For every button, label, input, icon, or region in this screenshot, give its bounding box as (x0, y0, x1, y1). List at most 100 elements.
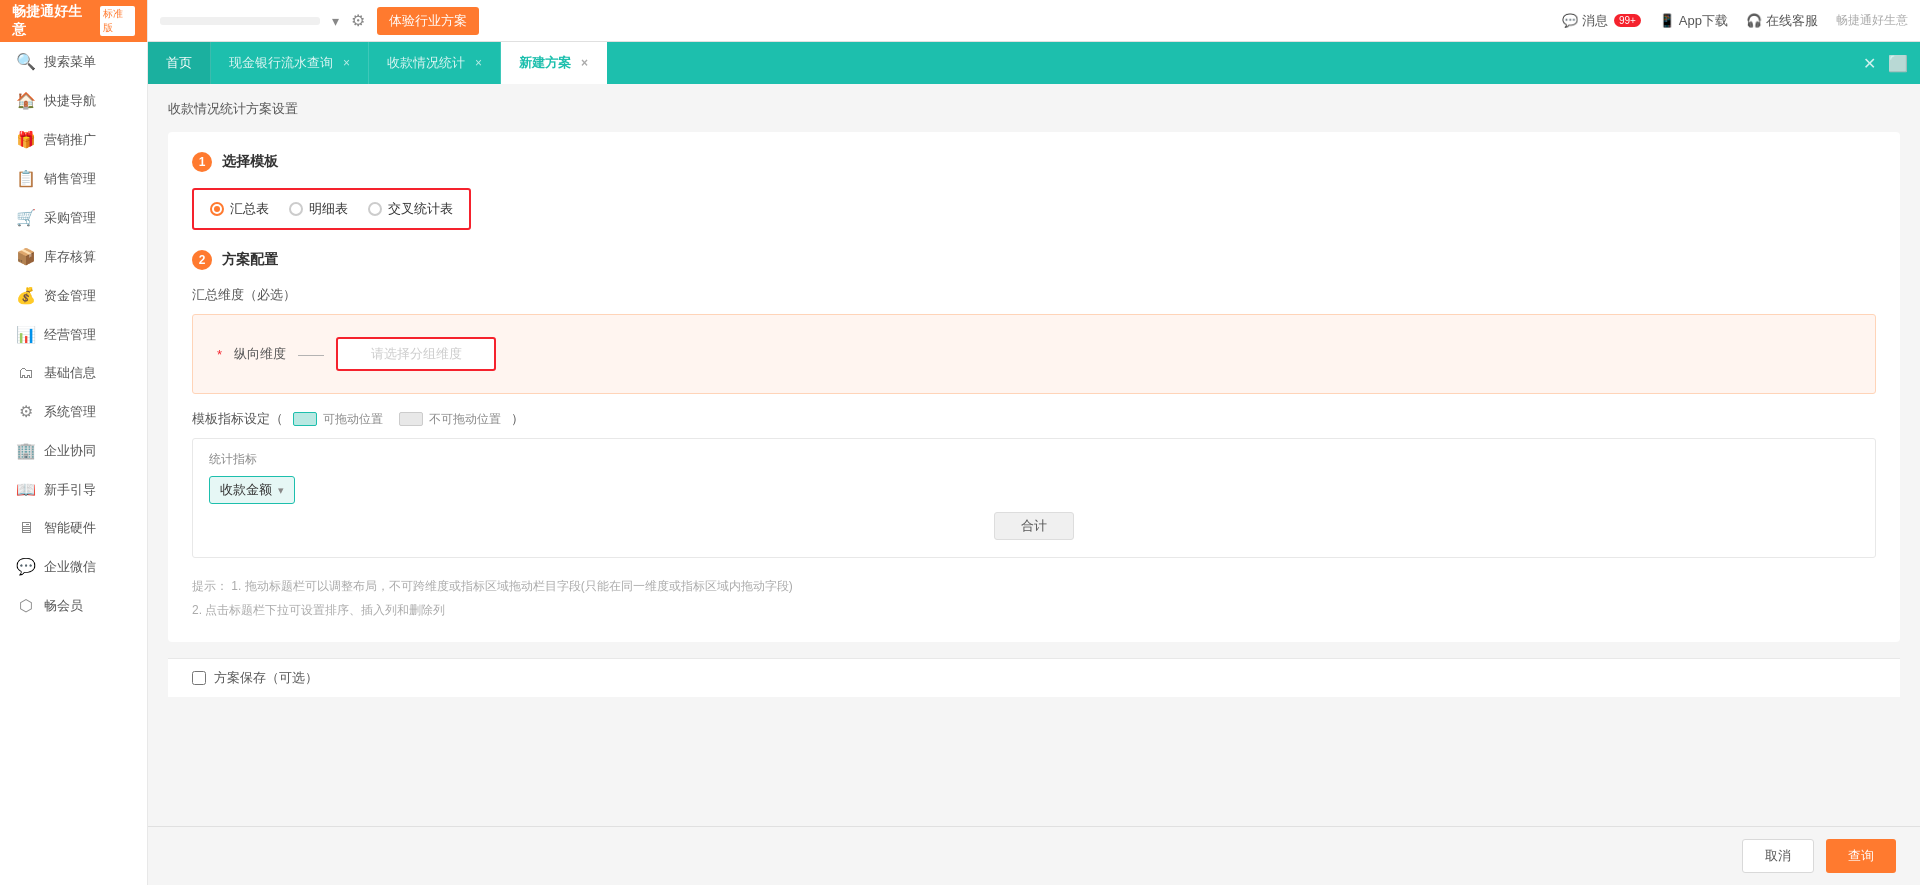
config-section: 汇总维度（必选） * 纵向维度 —— 请选择分组维度 模板指标设定（ (192, 286, 1876, 622)
legend-draggable: 可拖动位置 (293, 411, 383, 428)
tab-stats-close-icon[interactable]: × (475, 56, 482, 70)
main-area: ▾ ⚙ 体验行业方案 💬 消息 99+ 📱 App下载 🎧 在线客服 畅捷通好生… (148, 0, 1920, 885)
tabbar: 首页 现金银行流水查询 × 收款情况统计 × 新建方案 × ✕ ⬜ (148, 42, 1920, 84)
metrics-header: 模板指标设定（ 可拖动位置 不可拖动位置 ） (192, 410, 1876, 428)
radio-summary-label: 汇总表 (230, 200, 269, 218)
metrics-tags: 收款金额 ▾ (209, 476, 1859, 504)
gear-icon[interactable]: ⚙ (351, 11, 365, 30)
vertical-dimension-label: 纵向维度 (234, 345, 286, 363)
purchase-icon: 🛒 (16, 208, 36, 227)
topbar-dropdown-button[interactable]: ▾ (332, 13, 339, 29)
newbie-icon: 📖 (16, 480, 36, 499)
undraggable-label: 不可拖动位置 (429, 411, 501, 428)
sidebar-item-search-menu[interactable]: 🔍 搜索菜单 (0, 42, 147, 81)
stats-group-label: 统计指标 (209, 451, 1859, 468)
sidebar-item-system[interactable]: ⚙ 系统管理 (0, 392, 147, 431)
legend-undraggable: 不可拖动位置 (399, 411, 501, 428)
radio-cross-label: 交叉统计表 (388, 200, 453, 218)
tip-text-2: 2. 点击标题栏下拉可设置排序、插入列和删除列 (192, 598, 445, 622)
tab-new[interactable]: 新建方案 × (501, 42, 607, 84)
dimension-select[interactable]: 请选择分组维度 (336, 337, 496, 371)
arrow-icon: —— (298, 347, 324, 362)
sidebar-item-enterprise[interactable]: 🏢 企业协同 (0, 431, 147, 470)
sidebar-item-wechat[interactable]: 💬 企业微信 (0, 547, 147, 586)
tab-bank-label: 现金银行流水查询 (229, 54, 333, 72)
tab-bank[interactable]: 现金银行流水查询 × (211, 42, 369, 84)
step1-number: 1 (192, 152, 212, 172)
radio-summary-circle (210, 202, 224, 216)
sidebar-item-hardware[interactable]: 🖥 智能硬件 (0, 509, 147, 547)
metric-tag-payment[interactable]: 收款金额 ▾ (209, 476, 295, 504)
close-window-icon[interactable]: ✕ (1863, 54, 1876, 73)
hardware-icon: 🖥 (16, 519, 36, 537)
enterprise-icon: 🏢 (16, 441, 36, 460)
sidebar-item-label: 销售管理 (44, 170, 96, 188)
query-button[interactable]: 查询 (1826, 839, 1896, 873)
download-icon: 📱 (1659, 13, 1675, 28)
draggable-box (293, 412, 317, 426)
sidebar-item-label: 智能硬件 (44, 519, 96, 537)
message-item[interactable]: 💬 消息 99+ (1562, 12, 1641, 30)
sidebar-item-label: 系统管理 (44, 403, 96, 421)
sidebar-item-quick-nav[interactable]: 🏠 快捷导航 (0, 81, 147, 120)
draggable-label: 可拖动位置 (323, 411, 383, 428)
operations-icon: 📊 (16, 325, 36, 344)
cancel-button[interactable]: 取消 (1742, 839, 1814, 873)
sidebar-logo: 畅捷通好生意 标准版 (0, 0, 147, 42)
dimension-section-label: 汇总维度（必选） (192, 286, 1876, 304)
gift-icon: 🎁 (16, 130, 36, 149)
sidebar-item-basic-info[interactable]: 🗂 基础信息 (0, 354, 147, 392)
service-label: 在线客服 (1766, 12, 1818, 30)
download-label: App下载 (1679, 12, 1728, 30)
sidebar-item-label: 企业协同 (44, 442, 96, 460)
maximize-icon[interactable]: ⬜ (1888, 54, 1908, 73)
radio-detail[interactable]: 明细表 (289, 200, 348, 218)
dimension-row: * 纵向维度 —— 请选择分组维度 (217, 337, 496, 371)
sidebar-item-label: 营销推广 (44, 131, 96, 149)
step1-header: 1 选择模板 (192, 152, 1876, 172)
required-mark: * (217, 347, 222, 362)
sidebar-item-label: 搜索菜单 (44, 53, 96, 71)
sidebar-item-purchase[interactable]: 🛒 采购管理 (0, 198, 147, 237)
sidebar-item-label: 畅会员 (44, 597, 83, 615)
tab-new-close-icon[interactable]: × (581, 56, 588, 70)
metric-sub-row: 合计 (209, 512, 1859, 540)
sidebar-item-label: 基础信息 (44, 364, 96, 382)
member-icon: ⬡ (16, 596, 36, 615)
topbar: ▾ ⚙ 体验行业方案 💬 消息 99+ 📱 App下载 🎧 在线客服 畅捷通好生… (148, 0, 1920, 42)
logo-text: 畅捷通好生意 (12, 3, 94, 39)
sidebar-item-label: 库存核算 (44, 248, 96, 266)
industry-btn[interactable]: 体验行业方案 (377, 7, 479, 35)
sidebar-item-label: 资金管理 (44, 287, 96, 305)
sidebar-item-newbie[interactable]: 📖 新手引导 (0, 470, 147, 509)
save-checkbox[interactable] (192, 671, 206, 685)
sidebar-item-finance[interactable]: 💰 资金管理 (0, 276, 147, 315)
step2-title: 方案配置 (222, 251, 278, 269)
tab-stats[interactable]: 收款情况统计 × (369, 42, 501, 84)
sidebar-item-sales[interactable]: 📋 销售管理 (0, 159, 147, 198)
page-title: 收款情况统计方案设置 (168, 100, 1900, 118)
step1-title: 选择模板 (222, 153, 278, 171)
sidebar-item-label: 采购管理 (44, 209, 96, 227)
step2-number: 2 (192, 250, 212, 270)
sidebar-item-inventory[interactable]: 📦 库存核算 (0, 237, 147, 276)
sales-icon: 📋 (16, 169, 36, 188)
template-options: 汇总表 明细表 交叉统计表 (192, 188, 471, 230)
sidebar-item-member[interactable]: ⬡ 畅会员 (0, 586, 147, 625)
service-icon: 🎧 (1746, 13, 1762, 28)
tab-home[interactable]: 首页 (148, 42, 211, 84)
tab-new-label: 新建方案 (519, 54, 571, 72)
message-badge: 99+ (1614, 14, 1641, 27)
radio-detail-label: 明细表 (309, 200, 348, 218)
service-item[interactable]: 🎧 在线客服 (1746, 12, 1818, 30)
sidebar-item-marketing[interactable]: 🎁 营销推广 (0, 120, 147, 159)
tab-bank-close-icon[interactable]: × (343, 56, 350, 70)
download-item[interactable]: 📱 App下载 (1659, 12, 1728, 30)
sidebar-item-label: 快捷导航 (44, 92, 96, 110)
wechat-icon: 💬 (16, 557, 36, 576)
message-label: 消息 (1582, 12, 1608, 30)
radio-cross[interactable]: 交叉统计表 (368, 200, 453, 218)
sidebar-item-operations[interactable]: 📊 经营管理 (0, 315, 147, 354)
tab-stats-label: 收款情况统计 (387, 54, 465, 72)
radio-summary[interactable]: 汇总表 (210, 200, 269, 218)
